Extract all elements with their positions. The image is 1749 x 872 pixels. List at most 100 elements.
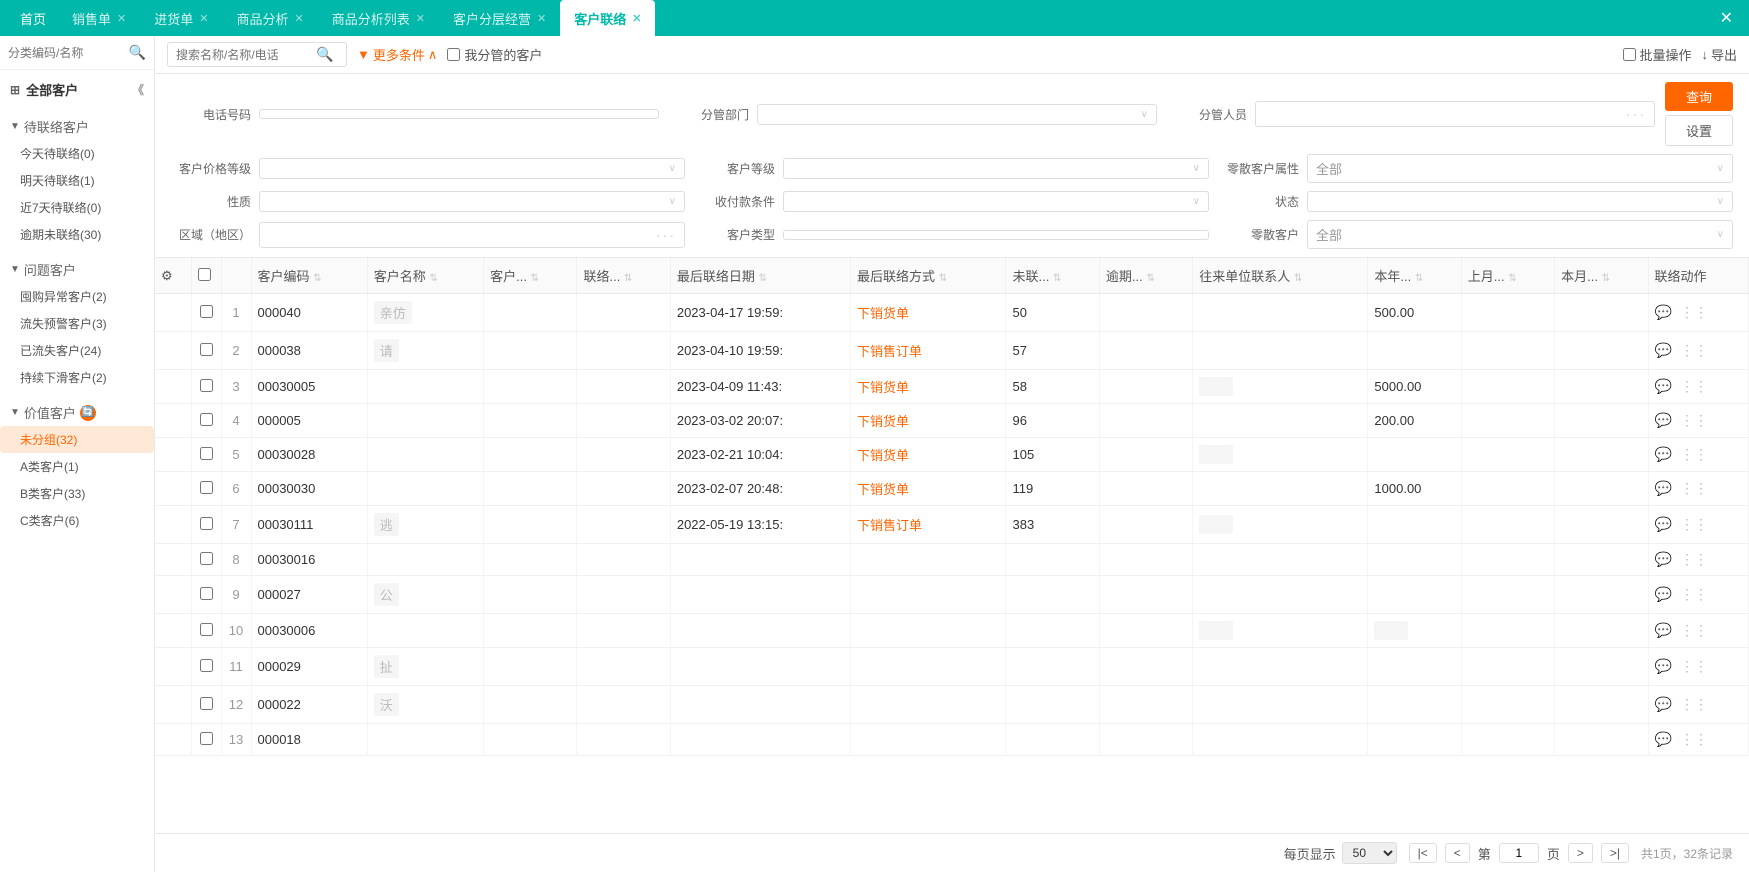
row-checkbox[interactable] — [200, 587, 213, 600]
sidebar-item-class-c[interactable]: C类客户(6) — [0, 507, 154, 534]
grid-action-icon[interactable]: ⋮⋮ — [1680, 516, 1708, 533]
name-col[interactable]: 客户名称 ⇅ — [367, 258, 483, 294]
grid-action-icon[interactable]: ⋮⋮ — [1680, 342, 1708, 359]
sidebar-item-ungrouped[interactable]: 未分组(32) — [0, 426, 154, 453]
payment-select[interactable]: ∨ — [783, 191, 1209, 212]
sidebar-all-customers[interactable]: ⊞ 全部客户 《 — [0, 74, 154, 105]
chat-icon[interactable]: 💬 — [1655, 412, 1672, 429]
sidebar-item-declining[interactable]: 持续下滑客户(2) — [0, 364, 154, 391]
row-checkbox[interactable] — [200, 305, 213, 318]
page-size-select[interactable]: 50 100 200 — [1342, 842, 1397, 864]
filter-search-box[interactable]: 🔍 — [167, 42, 347, 67]
sidebar-item-class-b[interactable]: B类客户(33) — [0, 480, 154, 507]
no-contact-col[interactable]: 未联... ⇅ — [1006, 258, 1099, 294]
grid-action-icon[interactable]: ⋮⋮ — [1680, 586, 1708, 603]
filter-more-button[interactable]: ▼ 更多条件 ∧ — [357, 45, 437, 64]
customer-type-input[interactable] — [783, 230, 1209, 240]
chat-icon[interactable]: 💬 — [1655, 378, 1672, 395]
query-button[interactable]: 查询 — [1665, 82, 1733, 111]
chat-icon[interactable]: 💬 — [1655, 516, 1672, 533]
sidebar-item-abnormal[interactable]: 囤购异常客户(2) — [0, 283, 154, 310]
grid-action-icon[interactable]: ⋮⋮ — [1680, 480, 1708, 497]
tab-product-analysis-list[interactable]: 商品分析列表 ✕ — [318, 0, 439, 36]
dept-select[interactable]: ∨ — [757, 104, 1157, 125]
sidebar-item-overdue[interactable]: 逾期未联络(30) — [0, 221, 154, 248]
row-checkbox-cell[interactable] — [191, 576, 221, 614]
row-checkbox-cell[interactable] — [191, 472, 221, 506]
next-page-button[interactable]: > — [1568, 843, 1593, 863]
price-level-select[interactable]: ∨ — [259, 158, 685, 179]
contact-col[interactable]: 联络... ⇅ — [577, 258, 670, 294]
last-method-col[interactable]: 最后联络方式 ⇅ — [850, 258, 1006, 294]
select-all-checkbox[interactable] — [198, 268, 211, 281]
retail-attr-select[interactable]: 全部 ∨ — [1307, 154, 1733, 183]
company-contact-col[interactable]: 往来单位联系人 ⇅ — [1193, 258, 1368, 294]
tab-home[interactable]: 首页 — [8, 0, 58, 36]
grid-action-icon[interactable]: ⋮⋮ — [1680, 622, 1708, 639]
reset-button[interactable]: 设置 — [1665, 115, 1733, 146]
nature-select[interactable]: ∨ — [259, 191, 685, 212]
sidebar-group-pending[interactable]: ▼ 待联络客户 — [0, 113, 154, 140]
chat-icon[interactable]: 💬 — [1655, 551, 1672, 568]
last-month-col[interactable]: 上月... ⇅ — [1461, 258, 1554, 294]
row-checkbox-cell[interactable] — [191, 438, 221, 472]
sidebar-item-7days[interactable]: 近7天待联络(0) — [0, 194, 154, 221]
sidebar-search-input[interactable] — [8, 46, 125, 60]
sidebar-item-churn-warn[interactable]: 流失预警客户(3) — [0, 310, 154, 337]
chat-icon[interactable]: 💬 — [1655, 304, 1672, 321]
chat-icon[interactable]: 💬 — [1655, 658, 1672, 675]
grid-action-icon[interactable]: ⋮⋮ — [1680, 696, 1708, 713]
window-close-button[interactable]: ✕ — [1712, 8, 1741, 28]
page-number-input[interactable] — [1499, 843, 1539, 863]
export-button[interactable]: ↓ 导出 — [1701, 45, 1737, 64]
type-col[interactable]: 客户... ⇅ — [484, 258, 577, 294]
row-checkbox[interactable] — [200, 697, 213, 710]
grid-action-icon[interactable]: ⋮⋮ — [1680, 731, 1708, 748]
row-checkbox[interactable] — [200, 517, 213, 530]
phone-input[interactable] — [259, 109, 659, 119]
batch-check[interactable] — [1623, 48, 1636, 61]
code-col[interactable]: 客户编码 ⇅ — [251, 258, 367, 294]
row-checkbox[interactable] — [200, 379, 213, 392]
this-year-col[interactable]: 本年... ⇅ — [1368, 258, 1461, 294]
last-date-col[interactable]: 最后联络日期 ⇅ — [670, 258, 850, 294]
row-checkbox[interactable] — [200, 343, 213, 356]
chat-icon[interactable]: 💬 — [1655, 622, 1672, 639]
sidebar-group-value[interactable]: ▼ 价值客户 🔄 — [0, 399, 154, 426]
tab-close-icon[interactable]: ✕ — [537, 12, 546, 25]
sidebar-group-problem[interactable]: ▼ 问题客户 — [0, 256, 154, 283]
sidebar-item-tomorrow[interactable]: 明天待联络(1) — [0, 167, 154, 194]
tab-close-icon[interactable]: ✕ — [416, 12, 425, 25]
grid-action-icon[interactable]: ⋮⋮ — [1680, 304, 1708, 321]
grid-action-icon[interactable]: ⋮⋮ — [1680, 378, 1708, 395]
row-checkbox-cell[interactable] — [191, 294, 221, 332]
prev-page-button[interactable]: < — [1445, 843, 1470, 863]
filter-search-input[interactable] — [176, 48, 316, 62]
chat-icon[interactable]: 💬 — [1655, 696, 1672, 713]
sidebar-item-class-a[interactable]: A类客户(1) — [0, 453, 154, 480]
last-page-button[interactable]: >| — [1601, 843, 1629, 863]
chat-icon[interactable]: 💬 — [1655, 586, 1672, 603]
grid-action-icon[interactable]: ⋮⋮ — [1680, 658, 1708, 675]
row-checkbox-cell[interactable] — [191, 370, 221, 404]
grid-action-icon[interactable]: ⋮⋮ — [1680, 412, 1708, 429]
row-checkbox[interactable] — [200, 732, 213, 745]
tab-close-icon[interactable]: ✕ — [295, 12, 304, 25]
sidebar-item-churned[interactable]: 已流失客户(24) — [0, 337, 154, 364]
my-customers-checkbox[interactable]: 我分管的客户 — [447, 45, 542, 64]
row-checkbox-cell[interactable] — [191, 544, 221, 576]
retail-customer-select[interactable]: 全部 ∨ — [1307, 220, 1733, 249]
row-checkbox-cell[interactable] — [191, 506, 221, 544]
tab-purchase[interactable]: 进货单 ✕ — [140, 0, 222, 36]
my-customers-check[interactable] — [447, 48, 460, 61]
tab-product-analysis[interactable]: 商品分析 ✕ — [222, 0, 317, 36]
settings-col[interactable]: ⚙ — [155, 258, 191, 294]
first-page-button[interactable]: |< — [1409, 843, 1437, 863]
row-checkbox-cell[interactable] — [191, 404, 221, 438]
row-checkbox-cell[interactable] — [191, 614, 221, 648]
tab-customer-tier[interactable]: 客户分层经营 ✕ — [439, 0, 560, 36]
tab-close-icon[interactable]: ✕ — [632, 12, 641, 25]
sidebar-item-today[interactable]: 今天待联络(0) — [0, 140, 154, 167]
row-checkbox-cell[interactable] — [191, 686, 221, 724]
this-month-col[interactable]: 本月... ⇅ — [1555, 258, 1648, 294]
